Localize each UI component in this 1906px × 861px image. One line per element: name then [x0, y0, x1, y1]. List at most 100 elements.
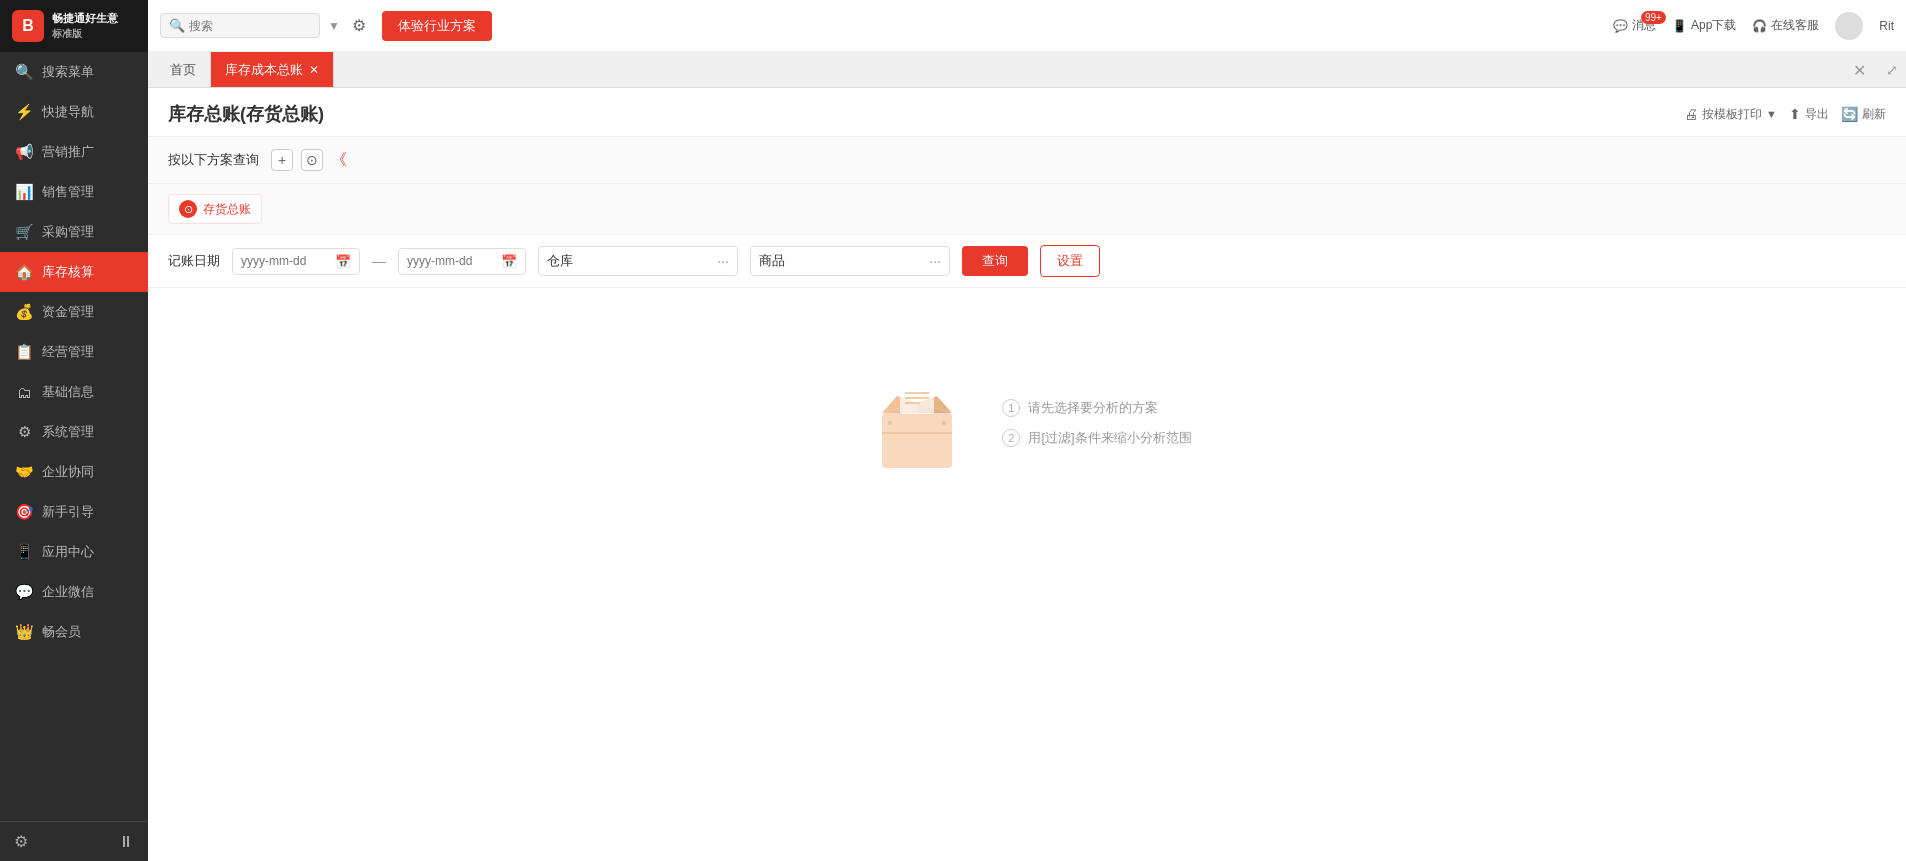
warehouse-label: 仓库	[547, 252, 573, 270]
date-separator: —	[372, 253, 386, 269]
finance-icon: 💰	[14, 302, 34, 322]
tabbar: 首页 库存成本总账 ✕ ✕ ⤢	[148, 52, 1906, 88]
settings-icon[interactable]: ⚙	[14, 832, 28, 851]
support-icon: 🎧	[1752, 19, 1767, 33]
calendar-to-icon[interactable]: 📅	[501, 254, 517, 269]
sidebar-item-system[interactable]: ⚙系统管理	[0, 412, 148, 452]
filter-manage-btn[interactable]: ⊙	[301, 149, 323, 171]
tab-inventory-ledger[interactable]: 库存成本总账 ✕	[211, 52, 334, 87]
sidebar-item-quick-nav[interactable]: ⚡快捷导航	[0, 92, 148, 132]
sidebar-item-label: 基础信息	[42, 383, 94, 401]
filter-fold-btn[interactable]: 《	[331, 150, 347, 171]
audio-icon[interactable]: ⏸	[118, 833, 134, 851]
date-to-field[interactable]	[407, 254, 497, 268]
hint-num-1: 1	[1002, 399, 1020, 417]
page-content: 库存总账(存货总账) 🖨 按模板打印 ▼ ⬆ 导出 🔄 刷新 按以下方案查询	[148, 88, 1906, 861]
sidebar-item-label: 企业微信	[42, 583, 94, 601]
app-logo: B 畅捷通好生意 标准版	[0, 0, 148, 52]
svg-rect-0	[882, 413, 952, 468]
date-from-input[interactable]: 📅	[232, 248, 360, 275]
member-icon: 👑	[14, 622, 34, 642]
tab-home[interactable]: 首页	[156, 52, 211, 87]
sidebar-item-purchase[interactable]: 🛒采购管理	[0, 212, 148, 252]
page-header-actions: 🖨 按模板打印 ▼ ⬆ 导出 🔄 刷新	[1684, 106, 1886, 123]
svg-rect-2	[900, 386, 934, 414]
sidebar-item-guide[interactable]: 🎯新手引导	[0, 492, 148, 532]
product-label: 商品	[759, 252, 785, 270]
operations-icon: 📋	[14, 342, 34, 362]
calendar-from-icon[interactable]: 📅	[335, 254, 351, 269]
sidebar-item-basic-info[interactable]: 🗂 基础信息	[0, 372, 148, 412]
sidebar-item-finance[interactable]: 💰资金管理	[0, 292, 148, 332]
search-input[interactable]	[189, 19, 289, 33]
print-btn[interactable]: 🖨 按模板打印 ▼	[1684, 106, 1777, 123]
sidebar-item-app-center[interactable]: 📱应用中心	[0, 532, 148, 572]
product-more-icon[interactable]: ···	[929, 253, 941, 269]
app-download-label: App下载	[1691, 17, 1736, 34]
sidebar-item-label: 畅会员	[42, 623, 81, 641]
topbar-settings-icon[interactable]: ⚙	[352, 16, 366, 35]
sidebar-item-label: 采购管理	[42, 223, 94, 241]
empty-illustration	[862, 368, 972, 478]
search-chevron-icon[interactable]: ▼	[328, 19, 340, 33]
sidebar-item-label: 应用中心	[42, 543, 94, 561]
sidebar-item-label: 库存核算	[42, 263, 94, 281]
sidebar-item-operations[interactable]: 📋 经营管理	[0, 332, 148, 372]
sidebar-nav: 🔍搜索菜单⚡快捷导航 📢 营销推广 📊 销售管理 🛒采购管理🏠库存核算💰资金管理 📋 经营管理…	[0, 52, 148, 821]
refresh-btn[interactable]: 🔄 刷新	[1841, 106, 1886, 123]
sidebar-item-marketing[interactable]: 📢 营销推广	[0, 132, 148, 172]
trial-btn[interactable]: 体验行业方案	[382, 11, 492, 41]
message-btn[interactable]: 💬 消息 99+	[1613, 17, 1656, 34]
sidebar-item-label: 营销推广	[42, 143, 94, 161]
hint-item-2: 2 用[过滤]条件来缩小分析范围	[1002, 429, 1191, 447]
export-btn[interactable]: ⬆ 导出	[1789, 106, 1829, 123]
sidebar: B 畅捷通好生意 标准版 🔍搜索菜单⚡快捷导航 📢 营销推广 📊 销售管理 🛒采购管理🏠库…	[0, 0, 148, 861]
date-from-field[interactable]	[241, 254, 331, 268]
warehouse-selector[interactable]: 仓库 ···	[538, 246, 738, 276]
scheme-item[interactable]: ⊙ 存货总账	[168, 194, 262, 224]
print-chevron-icon: ▼	[1766, 108, 1777, 120]
user-avatar[interactable]	[1835, 12, 1863, 40]
tab-close-icon[interactable]: ✕	[309, 63, 319, 77]
svg-point-7	[942, 421, 946, 425]
hint-text-1: 请先选择要分析的方案	[1028, 399, 1158, 417]
basic-info-icon: 🗂	[14, 382, 34, 402]
query-btn[interactable]: 查询	[962, 246, 1028, 276]
guide-icon: 🎯	[14, 502, 34, 522]
filter-add-btn[interactable]: +	[271, 149, 293, 171]
tabbar-expand-btn[interactable]: ⤢	[1886, 62, 1898, 78]
hint-item-1: 1 请先选择要分析的方案	[1002, 399, 1191, 417]
warehouse-more-icon[interactable]: ···	[717, 253, 729, 269]
marketing-icon: 📢	[14, 142, 34, 162]
sidebar-item-search-menu[interactable]: 🔍搜索菜单	[0, 52, 148, 92]
wechat-icon: 💬	[14, 582, 34, 602]
sidebar-item-label: 销售管理	[42, 183, 94, 201]
sidebar-item-inventory[interactable]: 🏠库存核算	[0, 252, 148, 292]
sidebar-item-wechat[interactable]: 💬 企业微信	[0, 572, 148, 612]
sidebar-item-label: 搜索菜单	[42, 63, 94, 81]
date-to-input[interactable]: 📅	[398, 248, 526, 275]
sidebar-item-sales[interactable]: 📊 销售管理	[0, 172, 148, 212]
sidebar-item-member[interactable]: 👑 畅会员	[0, 612, 148, 652]
product-selector[interactable]: 商品 ···	[750, 246, 950, 276]
online-support-btn[interactable]: 🎧 在线客服	[1752, 17, 1819, 34]
sidebar-item-enterprise[interactable]: 🤝企业协同	[0, 452, 148, 492]
system-icon: ⚙	[14, 422, 34, 442]
app-download-icon: 📱	[1672, 19, 1687, 33]
sales-icon: 📊	[14, 182, 34, 202]
quick-nav-icon: ⚡	[14, 102, 34, 122]
sidebar-footer: ⚙ ⏸	[0, 821, 148, 861]
settings-btn[interactable]: 设置	[1040, 245, 1100, 277]
sidebar-item-label: 经营管理	[42, 343, 94, 361]
app-download-btn[interactable]: 📱 App下载	[1672, 17, 1736, 34]
topbar-actions: 💬 消息 99+ 📱 App下载 🎧 在线客服 Rit	[1613, 12, 1894, 40]
search-icon: 🔍	[169, 18, 185, 33]
topbar-search-box[interactable]: 🔍	[160, 13, 320, 38]
username-label: Rit	[1879, 19, 1894, 33]
enterprise-icon: 🤝	[14, 462, 34, 482]
tabbar-close-btn[interactable]: ✕	[1853, 60, 1866, 79]
scheme-icon: ⊙	[179, 200, 197, 218]
empty-state-inner: 1 请先选择要分析的方案 2 用[过滤]条件来缩小分析范围	[862, 368, 1191, 478]
date-field-label: 记账日期	[168, 252, 220, 270]
logo-icon: B	[12, 10, 44, 42]
